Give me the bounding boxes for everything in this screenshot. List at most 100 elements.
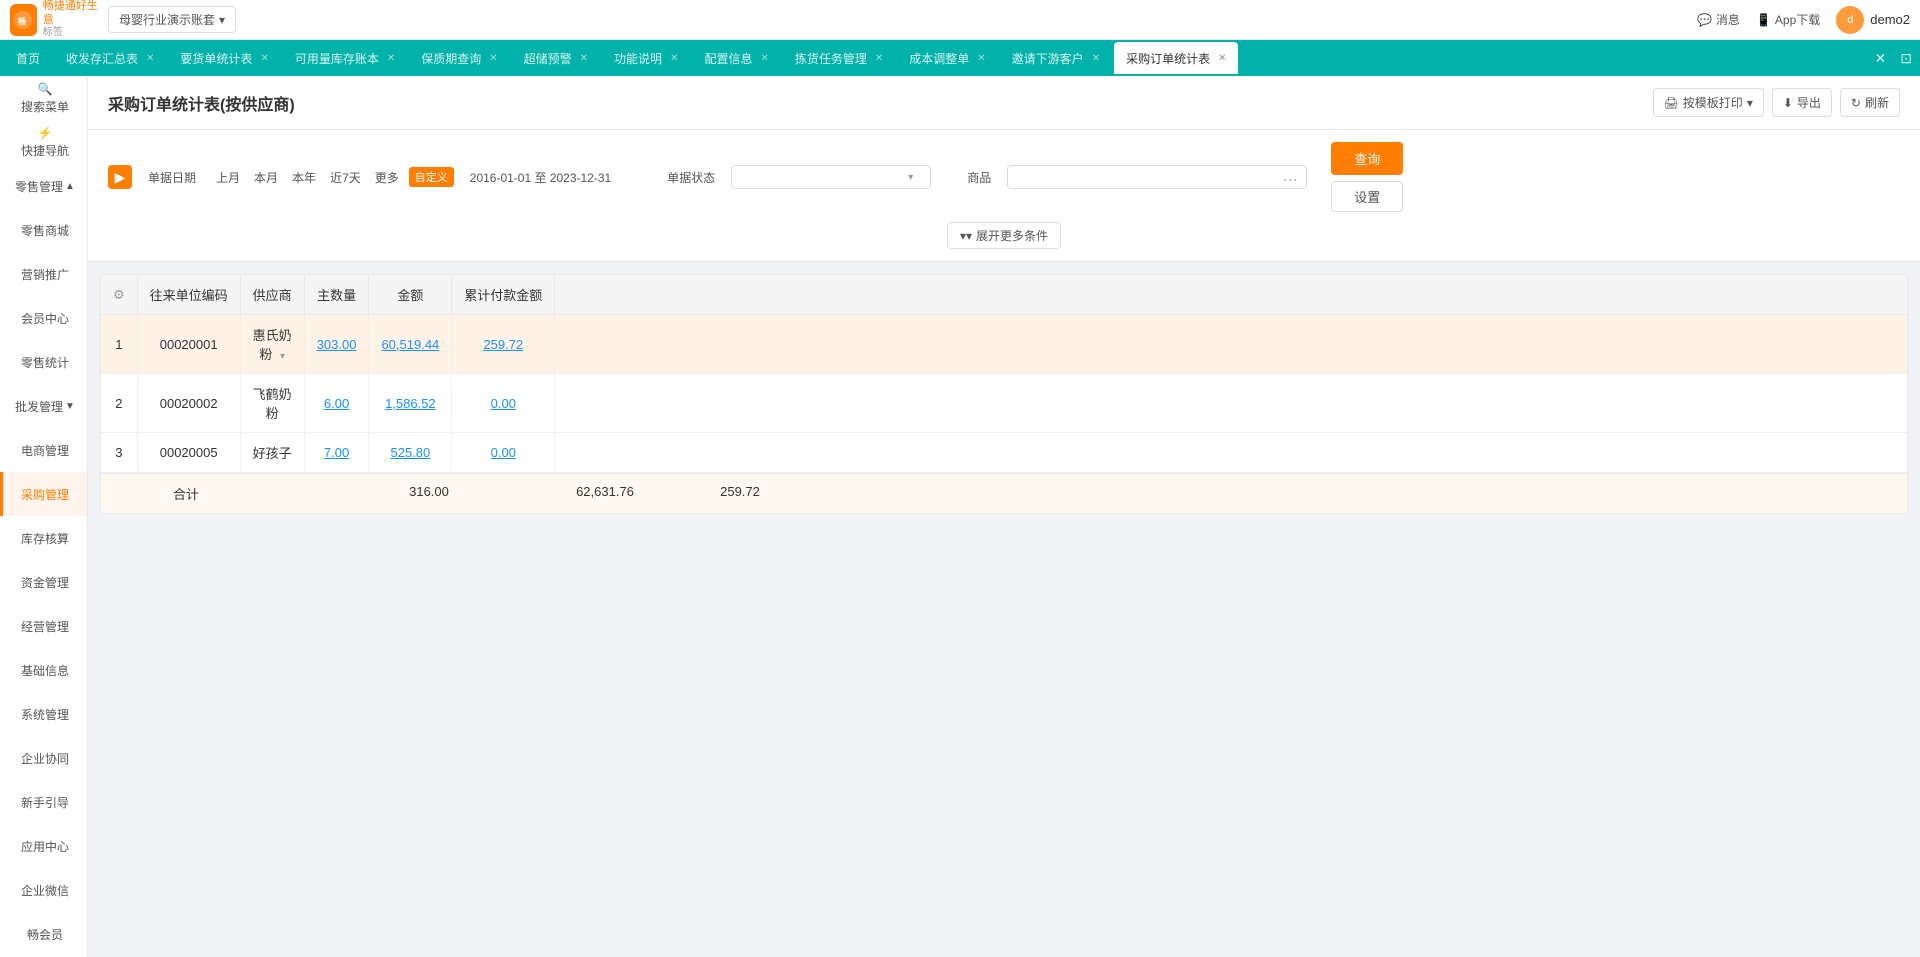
close-tab-caigou[interactable]: ✕ — [1218, 53, 1226, 64]
tab-peizhi[interactable]: 配置信息 ✕ — [692, 42, 780, 74]
tab-keyongliang[interactable]: 可用量库存账本 ✕ — [283, 42, 407, 74]
date-custom-btn[interactable]: 自定义 — [409, 167, 454, 187]
expand-more-btn[interactable]: ▾▾ 展开更多条件 — [947, 222, 1061, 249]
sidebar-item-member2[interactable]: 畅会员 — [0, 913, 87, 957]
close-tab-keyongliang[interactable]: ✕ — [387, 53, 395, 64]
sidebar-item-purchase[interactable]: 采购管理 — [0, 472, 87, 516]
sidebar-item-enterprise[interactable]: 企业协同 — [0, 737, 87, 781]
table-row: 3 00020005 好孩子 7.00 525.80 0.00 — [101, 433, 1907, 473]
date-last-month-btn[interactable]: 上月 — [212, 167, 244, 188]
sidebar-item-retail-mall[interactable]: 零售商城 — [0, 208, 87, 252]
sidebar: 🔍 搜索菜单 ⚡ 快捷导航 零售管理 ▲ 零售商城 营销推广 会员中心 零售统计… — [0, 76, 88, 957]
close-tab-yaohuo[interactable]: ✕ — [260, 53, 268, 64]
workspace-selector[interactable]: 母婴行业演示账套 ▾ — [108, 6, 236, 33]
footer-amount: 62,631.76 — [545, 484, 665, 503]
goods-filter-label: 商品 — [967, 169, 991, 186]
table-row: 2 00020002 飞鹤奶粉 6.00 1,586.52 0.00 — [101, 374, 1907, 433]
main-layout: 🔍 搜索菜单 ⚡ 快捷导航 零售管理 ▲ 零售商城 营销推广 会员中心 零售统计… — [0, 76, 1920, 957]
close-tab-jianhuo[interactable]: ✕ — [875, 53, 883, 64]
message-btn[interactable]: 💬 消息 — [1697, 11, 1740, 28]
sidebar-item-search[interactable]: 🔍 搜索菜单 — [0, 76, 87, 120]
close-tab-baozhi[interactable]: ✕ — [489, 53, 497, 64]
export-icon: ⬇ — [1783, 96, 1793, 110]
sidebar-item-operations[interactable]: 经营管理 — [0, 605, 87, 649]
app-download-btn[interactable]: 📱 App下载 — [1756, 11, 1820, 28]
refresh-btn[interactable]: ↻ 刷新 — [1840, 88, 1900, 117]
row-3-index: 3 — [101, 433, 137, 473]
tab-yaohuo[interactable]: 要货单统计表 ✕ — [168, 42, 280, 74]
close-tab-chaozhu[interactable]: ✕ — [580, 53, 588, 64]
table-row: 1 00020001 惠氏奶粉 ▾ 303.00 60,519.44 259.7… — [101, 315, 1907, 374]
sidebar-item-wechat[interactable]: 企业微信 — [0, 869, 87, 913]
content-area: 采购订单统计表(按供应商) 🖨 按模板打印 ▾ ⬇ 导出 ↻ 刷新 — [88, 76, 1920, 957]
row-2-paid: 0.00 — [452, 374, 555, 433]
tab-yaoqing[interactable]: 邀请下游客户 ✕ — [1000, 42, 1112, 74]
status-filter-label: 单据状态 — [667, 169, 715, 186]
table-footer: 合计 316.00 62,631.76 259.72 — [101, 473, 1907, 513]
tab-home[interactable]: 首页 — [4, 42, 52, 74]
page-header: 采购订单统计表(按供应商) 🖨 按模板打印 ▾ ⬇ 导出 ↻ 刷新 — [88, 76, 1920, 130]
sidebar-item-member[interactable]: 会员中心 — [0, 296, 87, 340]
status-select-wrap[interactable]: ▾ — [731, 165, 931, 189]
print-icon: 🖨 — [1664, 96, 1679, 110]
tab-shoufacun[interactable]: 收发存汇总表 ✕ — [54, 42, 166, 74]
nav-right-controls: ✕ ⊡ — [1871, 48, 1916, 69]
row-1-supplier: 惠氏奶粉 ▾ — [240, 315, 304, 374]
user-menu[interactable]: d demo2 — [1836, 6, 1910, 34]
app-logo-icon: 畅 — [10, 4, 37, 36]
sidebar-item-inventory[interactable]: 库存核算 — [0, 516, 87, 560]
template-print-btn[interactable]: 🖨 按模板打印 ▾ — [1653, 88, 1764, 117]
tab-chengben[interactable]: 成本调整单 ✕ — [897, 42, 997, 74]
row-2-index: 2 — [101, 374, 137, 433]
sidebar-item-finance[interactable]: 资金管理 — [0, 561, 87, 605]
tab-gongneng[interactable]: 功能说明 ✕ — [602, 42, 690, 74]
settings-btn[interactable]: 设置 — [1331, 181, 1403, 212]
nav-tabs-bar: 首页 收发存汇总表 ✕ 要货单统计表 ✕ 可用量库存账本 ✕ 保质期查询 ✕ 超… — [0, 40, 1920, 76]
goods-input[interactable] — [1008, 166, 1278, 188]
print-dropdown-icon: ▾ — [1747, 96, 1753, 110]
sidebar-item-quicknav[interactable]: ⚡ 快捷导航 — [0, 120, 87, 164]
nav-maximize-btn[interactable]: ⊡ — [1896, 48, 1916, 69]
message-icon: 💬 — [1697, 13, 1712, 27]
goods-more-icon[interactable]: … — [1278, 168, 1302, 186]
row-3-paid: 0.00 — [452, 433, 555, 473]
nav-close-btn[interactable]: ✕ — [1871, 48, 1891, 69]
sidebar-item-wholesale[interactable]: 批发管理 ▼ — [0, 384, 87, 428]
date-this-month-btn[interactable]: 本月 — [250, 167, 282, 188]
status-select-input[interactable] — [732, 166, 902, 188]
query-btn[interactable]: 查询 — [1331, 142, 1403, 175]
workspace-arrow-icon: ▾ — [219, 13, 225, 27]
date-range-display: 2016-01-01 至 2023-12-31 — [470, 169, 611, 186]
goods-input-wrap[interactable]: … — [1007, 165, 1307, 189]
close-tab-gongneng[interactable]: ✕ — [670, 53, 678, 64]
search-menu-icon: 🔍 — [38, 82, 53, 96]
supplier-dropdown-icon[interactable]: ▾ — [280, 351, 285, 362]
sidebar-item-retail-stat[interactable]: 零售统计 — [0, 340, 87, 384]
close-tab-yaoqing[interactable]: ✕ — [1092, 53, 1100, 64]
sidebar-item-retail-mgmt[interactable]: 零售管理 ▲ — [0, 164, 87, 208]
date-7days-btn[interactable]: 近7天 — [326, 167, 365, 188]
close-tab-chengben[interactable]: ✕ — [977, 53, 985, 64]
filter-toggle-btn[interactable]: ▶ — [108, 165, 132, 189]
tab-baozhi[interactable]: 保质期查询 ✕ — [409, 42, 509, 74]
sidebar-item-basics[interactable]: 基础信息 — [0, 649, 87, 693]
tab-chaozhu[interactable]: 超储预警 ✕ — [512, 42, 600, 74]
date-more-btn[interactable]: 更多 — [371, 167, 403, 188]
sidebar-item-marketing[interactable]: 营销推广 — [0, 252, 87, 296]
logo-area: 畅 畅捷通好生意 标签 — [10, 0, 98, 38]
sidebar-item-system[interactable]: 系统管理 — [0, 693, 87, 737]
close-tab-shoufacun[interactable]: ✕ — [146, 53, 154, 64]
status-dropdown-icon[interactable]: ▾ — [902, 168, 919, 187]
footer-quantity: 316.00 — [313, 484, 545, 503]
col-amount-header: 金额 — [369, 275, 452, 315]
date-this-year-btn[interactable]: 本年 — [288, 167, 320, 188]
gear-icon[interactable]: ⚙ — [113, 287, 125, 302]
col-supplier-header: 供应商 — [240, 275, 304, 315]
export-btn[interactable]: ⬇ 导出 — [1772, 88, 1832, 117]
sidebar-item-newbie[interactable]: 新手引导 — [0, 781, 87, 825]
tab-caigou-active[interactable]: 采购订单统计表 ✕ — [1114, 42, 1238, 74]
tab-jianhuo[interactable]: 拣货任务管理 ✕ — [783, 42, 895, 74]
close-tab-peizhi[interactable]: ✕ — [760, 53, 768, 64]
sidebar-item-ecommerce[interactable]: 电商管理 — [0, 428, 87, 472]
sidebar-item-app-center[interactable]: 应用中心 — [0, 825, 87, 869]
